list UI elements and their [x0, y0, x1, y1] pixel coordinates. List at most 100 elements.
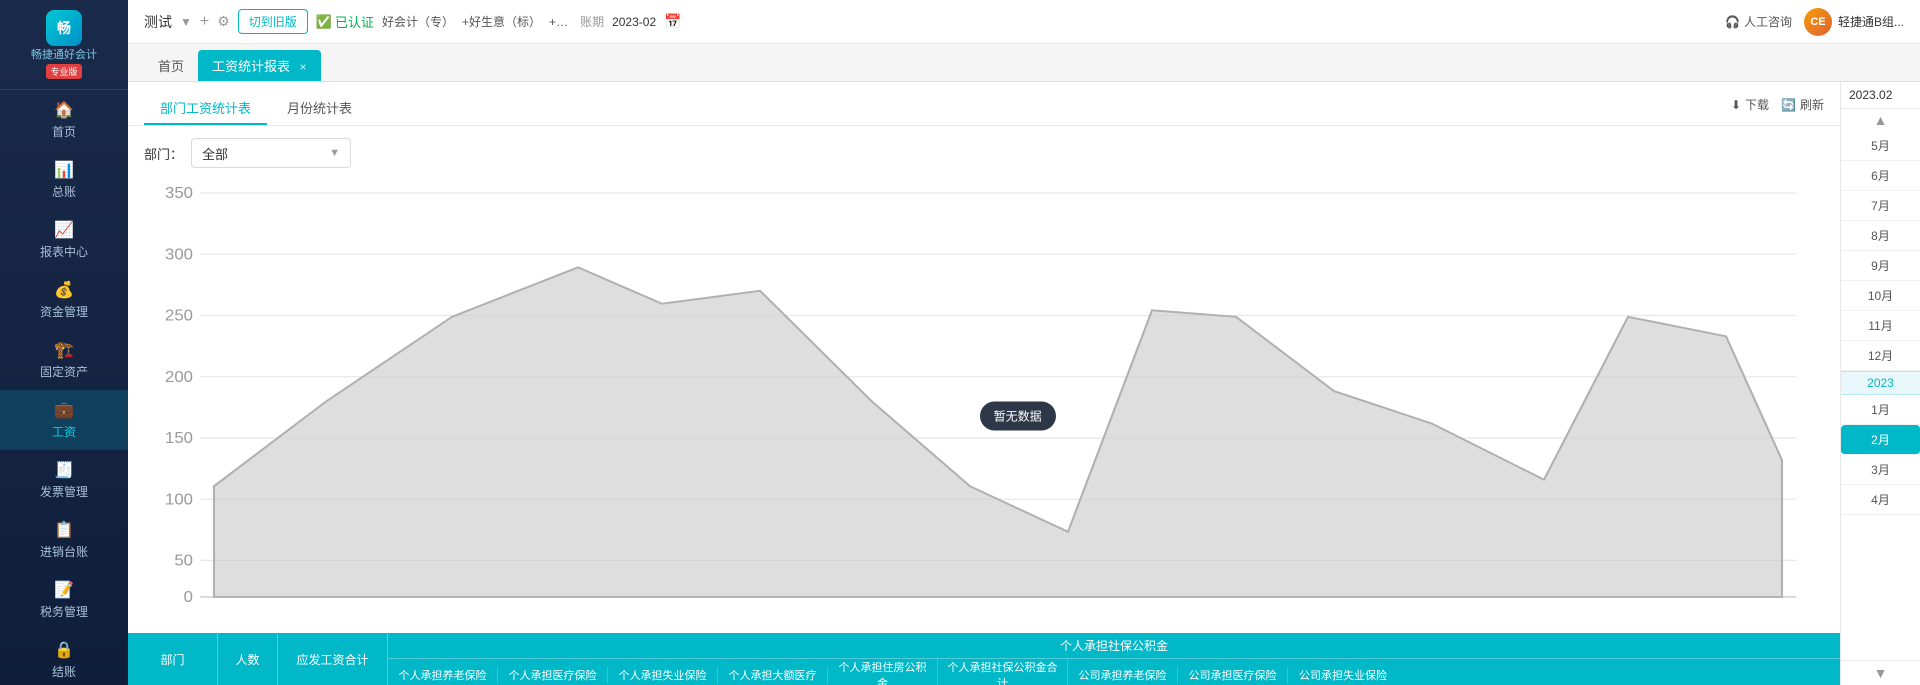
- sidebar-nav: 🏠 首页 📊 总账 📈 报表中心 💰 资金管理 🏗️ 固定资产 💼 工资 🧾 发…: [0, 90, 128, 685]
- th-group-sub-cells: 个人承担养老保险 个人承担医疗保险 个人承担失业保险 个人承担大额医疗 个人承担: [388, 659, 1840, 685]
- rs-scroll-up-btn[interactable]: ▲: [1841, 109, 1920, 131]
- table-header: 部门 人数 应发工资合计 个人承担社保公积金 个人承担养老保险: [128, 633, 1840, 685]
- dept-filter-value: 全部: [202, 144, 228, 163]
- sidebar-item-label: 结账: [52, 663, 76, 680]
- topbar-add-btn[interactable]: +: [200, 13, 209, 31]
- th-personal-unemployment: 个人承担失业保险: [608, 667, 718, 683]
- tab-close-btn[interactable]: ×: [300, 60, 307, 74]
- topbar-user-btn[interactable]: CE 轻捷通B组...: [1804, 8, 1904, 36]
- rs-month-10[interactable]: 10月: [1841, 281, 1920, 311]
- rs-month-2023-2[interactable]: 2月: [1841, 425, 1920, 455]
- topbar-dropdown-arrow[interactable]: ▼: [180, 15, 192, 29]
- topbar-username: 轻捷通B组...: [1838, 13, 1904, 30]
- svg-text:150: 150: [165, 430, 193, 447]
- certified-icon: ✅: [316, 14, 332, 30]
- subtab-monthly[interactable]: 月份统计表: [271, 92, 368, 125]
- sidebar-item-settle[interactable]: 🔒 结账: [0, 630, 128, 685]
- rs-year-header: 2023.02: [1841, 82, 1920, 109]
- rs-month-6[interactable]: 6月: [1841, 161, 1920, 191]
- rs-month-11[interactable]: 11月: [1841, 311, 1920, 341]
- no-data-tooltip: 暂无数据: [980, 401, 1056, 430]
- sidebar-item-salary[interactable]: 💼 工资: [0, 390, 128, 450]
- rs-month-5[interactable]: 5月: [1841, 131, 1920, 161]
- th-company-medical: 公司承担医疗保险: [1178, 667, 1288, 683]
- th-personal-major-medical: 个人承担大额医疗: [718, 667, 828, 683]
- rs-month-2023-1[interactable]: 1月: [1841, 395, 1920, 425]
- sidebar-item-label: 进销台账: [40, 543, 88, 560]
- sidebar-item-funds[interactable]: 💰 资金管理: [0, 270, 128, 330]
- rs-month-9[interactable]: 9月: [1841, 251, 1920, 281]
- topbar-gear-btn[interactable]: ⚙: [217, 13, 230, 30]
- refresh-action-btn[interactable]: 🔄 刷新: [1781, 96, 1824, 113]
- th-group-personal: 个人承担社保公积金 个人承担养老保险 个人承担医疗保险 个人承担失业保险 个人承…: [388, 633, 1840, 685]
- svg-text:50: 50: [174, 552, 193, 569]
- svg-text:250: 250: [165, 307, 193, 324]
- topbar-period-label: 账期: [580, 13, 604, 30]
- sidebar-item-invoice[interactable]: 🧾 发票管理: [0, 450, 128, 510]
- rs-year-2023-divider: 2023: [1841, 371, 1920, 395]
- right-sidebar-datepicker: 2023.02 ▲ 5月 6月 7月 8月 9月: [1840, 82, 1920, 685]
- select-arrow-icon: ▼: [329, 147, 340, 159]
- settle-icon: 🔒: [54, 640, 74, 660]
- rs-year-label: 2023.02: [1849, 88, 1892, 102]
- th-personal-total: 个人承担社保公积金合计: [938, 659, 1068, 685]
- sidebar-item-label: 报表中心: [40, 243, 88, 260]
- svg-text:350: 350: [165, 185, 193, 202]
- sidebar-item-label: 资金管理: [40, 303, 88, 320]
- sidebar-item-label: 税务管理: [40, 603, 88, 620]
- tab-home[interactable]: 首页: [144, 50, 198, 81]
- switch-to-old-btn[interactable]: 切到旧版: [238, 9, 308, 34]
- assets-icon: 🏗️: [54, 340, 74, 360]
- subtab-group: 部门工资统计表 月份统计表: [144, 92, 368, 125]
- service-headset-icon: 🎧: [1725, 15, 1740, 29]
- topbar: 测试 ▼ + ⚙ 切到旧版 ✅ 已认证 好会计（专） +好生意（标） +… 账期…: [128, 0, 1920, 44]
- th-company-unemployment: 公司承担失业保险: [1288, 667, 1398, 683]
- topbar-calendar-icon[interactable]: 📅: [664, 13, 681, 30]
- subtabs: 部门工资统计表 月份统计表 ⬇ 下载 🔄 刷新: [128, 82, 1840, 126]
- topbar-more: +…: [549, 15, 568, 29]
- reports-icon: 📈: [54, 220, 74, 240]
- rs-month-8[interactable]: 8月: [1841, 221, 1920, 251]
- th-dept: 部门: [128, 633, 218, 685]
- rs-month-7[interactable]: 7月: [1841, 191, 1920, 221]
- main-area: 测试 ▼ + ⚙ 切到旧版 ✅ 已认证 好会计（专） +好生意（标） +… 账期…: [128, 0, 1920, 685]
- th-personal-medical: 个人承担医疗保险: [498, 667, 608, 683]
- tabbar: 首页 工资统计报表 ×: [128, 44, 1920, 82]
- sidebar-item-reports[interactable]: 📈 报表中心: [0, 210, 128, 270]
- sales-icon: 📋: [54, 520, 74, 540]
- sidebar-item-tax[interactable]: 📝 税务管理: [0, 570, 128, 630]
- content-area: 部门工资统计表 月份统计表 ⬇ 下载 🔄 刷新: [128, 82, 1920, 685]
- tab-salary-report[interactable]: 工资统计报表 ×: [198, 50, 321, 81]
- th-group-title: 个人承担社保公积金: [388, 633, 1840, 659]
- rs-month-2023-4[interactable]: 4月: [1841, 485, 1920, 515]
- svg-text:0: 0: [184, 589, 193, 606]
- rs-month-12[interactable]: 12月: [1841, 341, 1920, 371]
- tax-icon: 📝: [54, 580, 74, 600]
- sidebar-item-label: 总账: [52, 183, 76, 200]
- rs-month-2023-3[interactable]: 3月: [1841, 455, 1920, 485]
- filter-dept-label: 部门：: [144, 144, 183, 163]
- dept-filter-select[interactable]: 全部 ▼: [191, 138, 351, 168]
- sidebar-logo: 畅 畅捷通好会计 专业版: [0, 0, 128, 90]
- sidebar-item-home[interactable]: 🏠 首页: [0, 90, 128, 150]
- sidebar-item-assets[interactable]: 🏗️ 固定资产: [0, 330, 128, 390]
- th-personal-pension: 个人承担养老保险: [388, 667, 498, 683]
- salary-icon: 💼: [54, 400, 74, 420]
- logo-icon: 畅: [46, 10, 82, 46]
- topbar-period-value: 2023-02: [612, 15, 656, 29]
- area-chart: 350 300 250 200 150 100 50 0: [144, 180, 1824, 623]
- subtab-dept[interactable]: 部门工资统计表: [144, 92, 267, 125]
- sidebar-item-ledger[interactable]: 📊 总账: [0, 150, 128, 210]
- sidebar-item-sales[interactable]: 📋 进销台账: [0, 510, 128, 570]
- sidebar-item-label: 首页: [52, 123, 76, 140]
- topbar-service-btn[interactable]: 🎧 人工咨询: [1725, 13, 1792, 30]
- topbar-good-accounting: 好会计（专）: [382, 13, 454, 30]
- download-action-btn[interactable]: ⬇ 下载: [1731, 96, 1769, 113]
- logo-badge: 专业版: [46, 64, 81, 79]
- download-icon: ⬇: [1731, 98, 1741, 112]
- rs-scroll-down-btn[interactable]: ▼: [1841, 660, 1920, 685]
- topbar-title: 测试: [144, 12, 172, 32]
- svg-text:300: 300: [165, 246, 193, 263]
- th-company-pension: 公司承担养老保险: [1068, 667, 1178, 683]
- logo-text: 畅捷通好会计: [31, 48, 97, 62]
